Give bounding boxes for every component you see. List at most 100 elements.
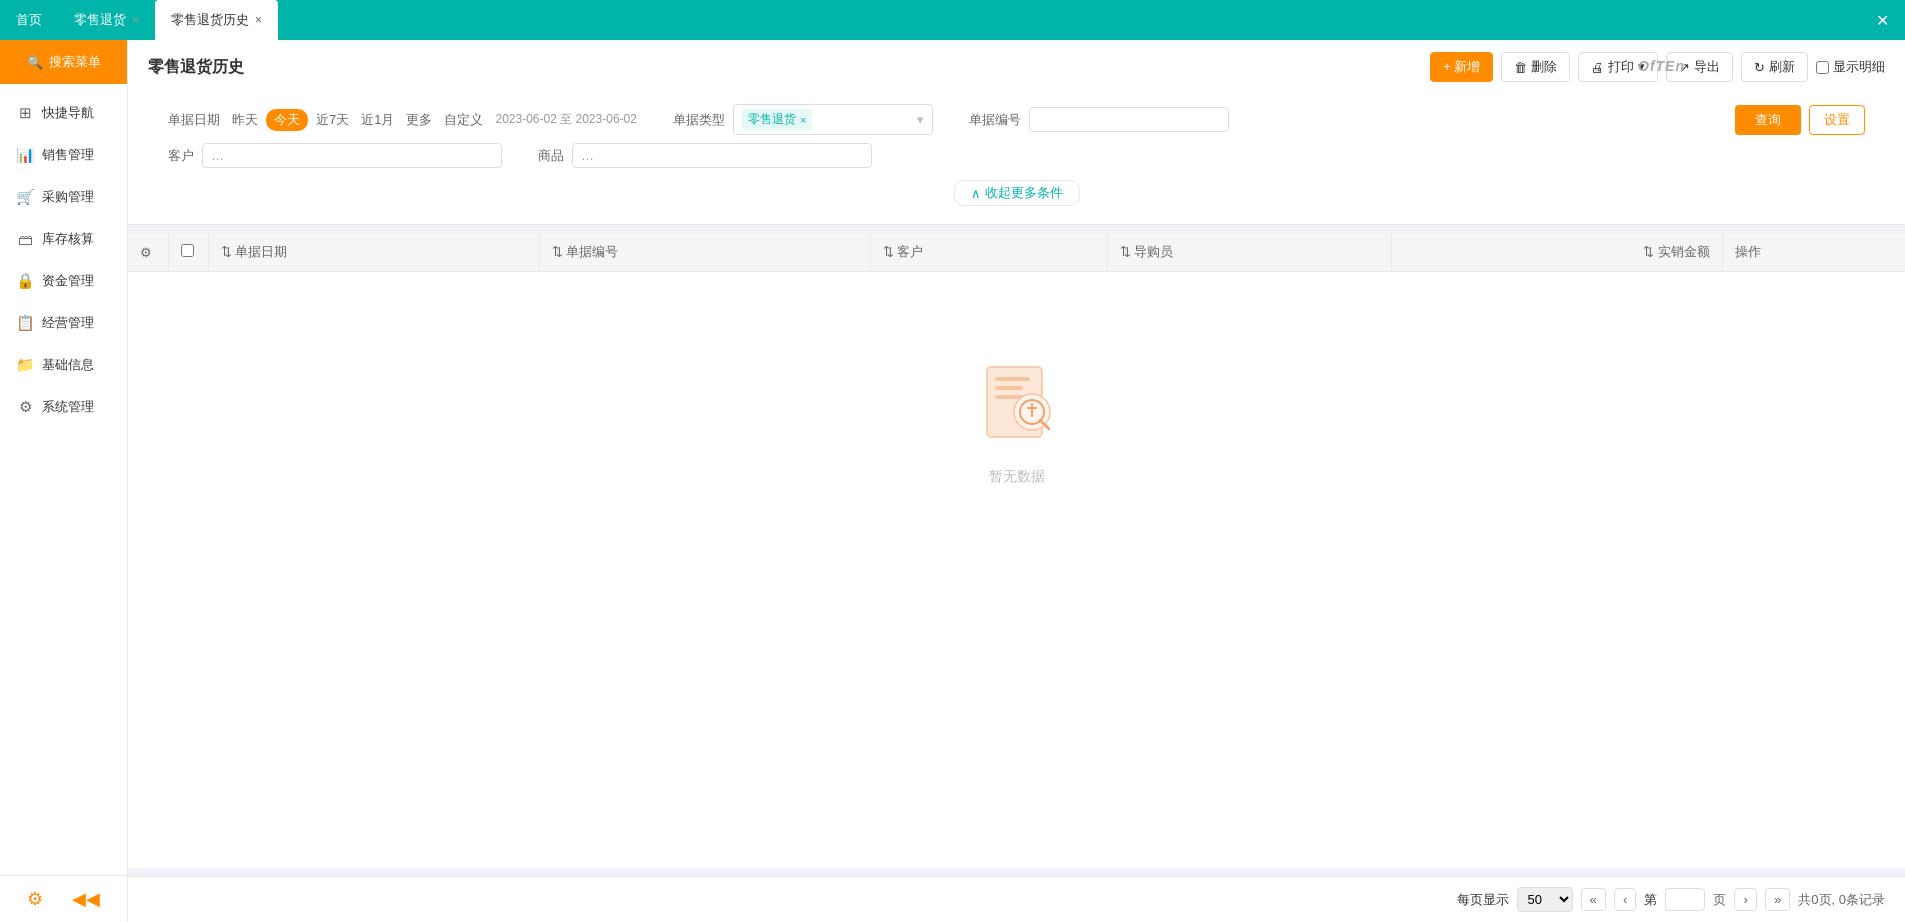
tab-retail-return-history[interactable]: 零售退货历史 × — [155, 0, 278, 40]
filter-area: 单据日期 昨天 今天 近7天 近1月 更多 自定义 2023-06-02 至 2… — [148, 94, 1885, 224]
th-operation: 操作 — [1722, 233, 1905, 272]
query-button[interactable]: 查询 — [1735, 105, 1801, 135]
goods-select[interactable]: … — [572, 143, 872, 168]
inventory-calc-icon: 🗃 — [16, 230, 34, 248]
date-option-more[interactable]: 更多 — [402, 109, 436, 131]
date-option-1month[interactable]: 近1月 — [357, 109, 398, 131]
date-filter-group: 昨天 今天 近7天 近1月 更多 自定义 — [228, 109, 487, 131]
page-title-row: 零售退货历史 + 新增 🗑 🗑 删除 删除 🖨 打印 ▾ ↗ 导出 — [148, 52, 1885, 82]
quick-nav-icon: ⊞ — [16, 104, 34, 122]
customer-label: 客户 — [168, 147, 194, 165]
purchase-mgmt-icon: 🛒 — [16, 188, 34, 206]
data-table: ⚙ ⇅ 单据日期 ⇅ 单据编号 — [128, 233, 1905, 566]
delete-icon: 🗑 — [1514, 60, 1527, 75]
sidebar-item-basic-label: 基础信息 — [42, 356, 94, 374]
sidebar-item-ops-mgmt[interactable]: 📋 经营管理 — [0, 302, 127, 344]
sidebar-item-sales-label: 销售管理 — [42, 146, 94, 164]
next-page-btn[interactable]: › — [1734, 888, 1756, 911]
collapse-up-icon: ∧ — [971, 186, 981, 201]
last-page-btn[interactable]: » — [1765, 888, 1790, 911]
th-bill-date-label: ⇅ 单据日期 — [221, 243, 288, 261]
sidebar-settings-btn[interactable]: ⚙ — [27, 888, 43, 910]
window-close-btn[interactable]: ✕ — [1876, 12, 1889, 29]
new-button[interactable]: + 新增 — [1430, 52, 1493, 82]
toolbar-btns: + 新增 🗑 🗑 删除 删除 🖨 打印 ▾ ↗ 导出 — [1430, 52, 1885, 82]
table-area: ⚙ ⇅ 单据日期 ⇅ 单据编号 — [128, 233, 1905, 868]
bill-no-input[interactable] — [1029, 107, 1229, 132]
page-unit: 页 — [1713, 891, 1726, 909]
date-option-today[interactable]: 今天 — [266, 109, 308, 131]
ops-mgmt-icon: 📋 — [16, 314, 34, 332]
table-settings-icon[interactable]: ⚙ — [140, 245, 152, 260]
th-bill-no[interactable]: ⇅ 单据编号 — [539, 233, 870, 272]
sidebar-audio-btn[interactable]: ◀◀ — [72, 888, 100, 910]
delete-button[interactable]: 🗑 🗑 删除 删除 — [1501, 52, 1570, 82]
search-icon: 🔍 — [27, 55, 43, 70]
goods-label: 商品 — [538, 147, 564, 165]
sidebar-item-sys-label: 系统管理 — [42, 398, 94, 416]
tab-home-label: 首页 — [16, 11, 42, 29]
first-page-btn[interactable]: « — [1581, 888, 1606, 911]
main-layout: 🔍 搜索菜单 ⊞ 快捷导航 📊 销售管理 🛒 采购管理 🗃 库存核算 🔒 — [0, 40, 1905, 922]
sidebar-search[interactable]: 🔍 搜索菜单 — [0, 40, 127, 84]
th-actual-amount[interactable]: ⇅ 实销金额 — [1391, 233, 1722, 272]
page-header: 零售退货历史 + 新增 🗑 🗑 删除 删除 🖨 打印 ▾ ↗ 导出 — [128, 40, 1905, 225]
sys-mgmt-icon: ⚙ — [16, 398, 34, 416]
print-button[interactable]: 🖨 打印 ▾ — [1578, 52, 1658, 82]
asset-mgmt-icon: 🔒 — [16, 272, 34, 290]
sidebar-item-sys-mgmt[interactable]: ⚙ 系统管理 — [0, 386, 127, 428]
sidebar-item-purchase-mgmt[interactable]: 🛒 采购管理 — [0, 176, 127, 218]
date-option-yesterday[interactable]: 昨天 — [228, 109, 262, 131]
display-detail-checkbox[interactable] — [1816, 61, 1829, 74]
date-option-custom[interactable]: 自定义 — [440, 109, 487, 131]
tab-home[interactable]: 首页 — [0, 0, 58, 40]
sidebar-item-quick-nav-label: 快捷导航 — [42, 104, 94, 122]
date-filter-label: 单据日期 — [168, 111, 220, 129]
empty-state-row: 暂无数据 — [128, 272, 1905, 567]
sidebar-item-sales-mgmt[interactable]: 📊 销售管理 — [0, 134, 127, 176]
collapse-label: 收起更多条件 — [985, 184, 1063, 202]
th-settings[interactable]: ⚙ — [128, 233, 168, 272]
sidebar-item-asset-label: 资金管理 — [42, 272, 94, 290]
th-actual-amount-label: ⇅ 实销金额 — [1643, 243, 1710, 261]
th-customer[interactable]: ⇅ 客户 — [870, 233, 1107, 272]
customer-select[interactable]: … — [202, 143, 502, 168]
page-label: 第 — [1644, 891, 1657, 909]
th-bill-date[interactable]: ⇅ 单据日期 — [208, 233, 539, 272]
prev-page-btn[interactable]: ‹ — [1614, 888, 1636, 911]
refresh-button[interactable]: ↻ 刷新 — [1741, 52, 1808, 82]
tab-retail-return-history-label: 零售退货历史 — [171, 11, 249, 29]
select-all-checkbox[interactable] — [181, 244, 194, 257]
refresh-icon: ↻ — [1754, 60, 1765, 75]
svg-rect-1 — [995, 377, 1030, 381]
sidebar-item-basic-info[interactable]: 📁 基础信息 — [0, 344, 127, 386]
empty-text: 暂无数据 — [989, 468, 1045, 486]
th-operation-label: 操作 — [1735, 244, 1761, 259]
export-icon: ↗ — [1679, 60, 1690, 75]
th-guide[interactable]: ⇅ 导购员 — [1107, 233, 1391, 272]
total-info: 共0页, 0条记录 — [1798, 891, 1885, 909]
sidebar-item-ops-label: 经营管理 — [42, 314, 94, 332]
export-button[interactable]: ↗ 导出 — [1666, 52, 1733, 82]
page-input[interactable]: 1 — [1665, 888, 1705, 911]
top-tab-bar: 首页 零售退货 × 零售退货历史 × ✕ — [0, 0, 1905, 40]
collapse-btn[interactable]: ∧ 收起更多条件 — [954, 180, 1080, 206]
settings-button[interactable]: 设置 — [1809, 105, 1865, 135]
bill-type-select[interactable]: 零售退货 × ▾ — [733, 104, 933, 135]
tab-retail-return[interactable]: 零售退货 × — [58, 0, 155, 40]
display-detail-checkbox-label[interactable]: 显示明细 — [1816, 58, 1885, 76]
tab-retail-return-history-close[interactable]: × — [255, 13, 262, 27]
bill-type-tag-close[interactable]: × — [800, 114, 806, 126]
customer-placeholder: … — [211, 148, 224, 163]
bill-type-chevron-icon: ▾ — [917, 112, 924, 127]
th-bill-no-label: ⇅ 单据编号 — [552, 243, 619, 261]
page-size-select[interactable]: 20 50 100 — [1517, 887, 1573, 912]
date-option-7days[interactable]: 近7天 — [312, 109, 353, 131]
sidebar-item-asset-mgmt[interactable]: 🔒 资金管理 — [0, 260, 127, 302]
sidebar-item-inventory-calc[interactable]: 🗃 库存核算 — [0, 218, 127, 260]
date-range-display: 2023-06-02 至 2023-06-02 — [495, 111, 636, 128]
sidebar-item-quick-nav[interactable]: ⊞ 快捷导航 — [0, 92, 127, 134]
display-detail-text: 显示明细 — [1833, 58, 1885, 76]
tab-retail-return-close[interactable]: × — [132, 13, 139, 27]
th-customer-label: ⇅ 客户 — [883, 243, 924, 261]
